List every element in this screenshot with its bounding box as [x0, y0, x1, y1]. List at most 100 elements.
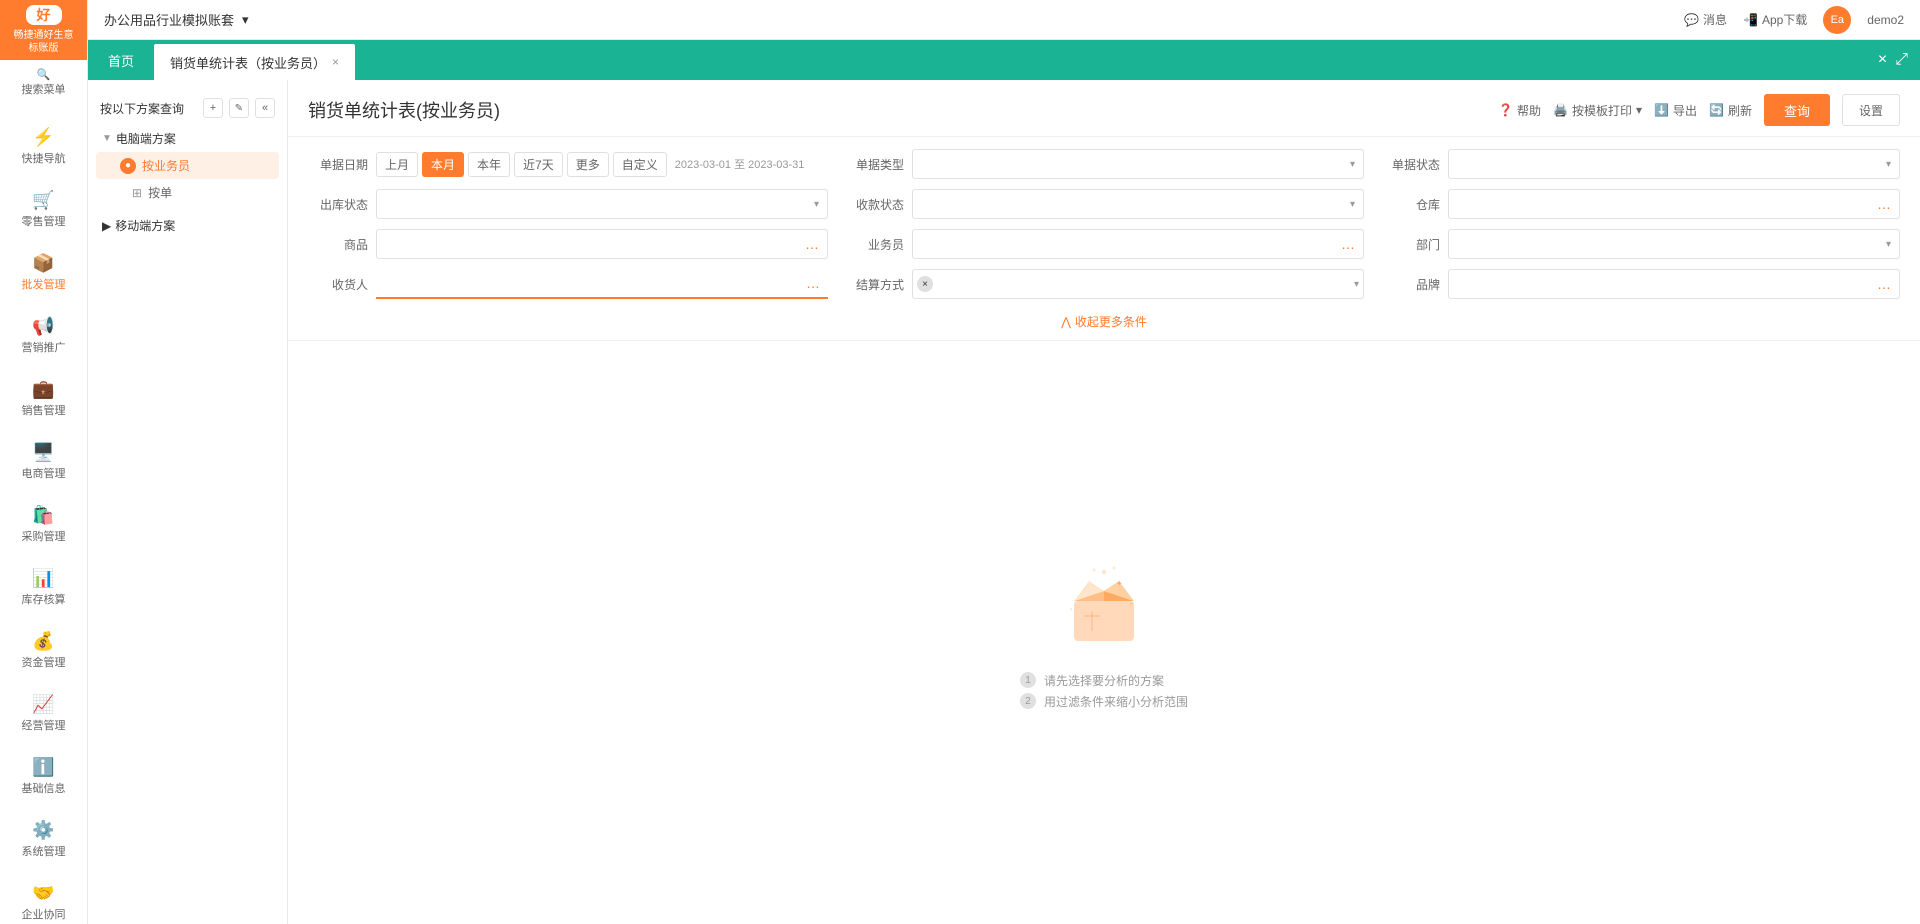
help-icon: ❓: [1498, 103, 1513, 117]
desktop-section-label: 电脑端方案: [116, 130, 176, 147]
date-prev-month-btn[interactable]: 上月: [376, 152, 418, 177]
sidebar-item-basicinfo[interactable]: ℹ️ 基础信息: [0, 745, 87, 808]
purchase-icon: 🛍️: [32, 505, 54, 526]
sidebar-item-search[interactable]: 🔍 搜索菜单: [0, 60, 87, 107]
top-bar: 办公用品行业模拟账套 ▾ 💬 消息 📲 App下载 Ea demo2: [88, 0, 1920, 40]
settings-button[interactable]: 设置: [1842, 94, 1900, 126]
filter-receiver-col: 收货人 …: [308, 269, 828, 299]
sidebar-item-label: 采购管理: [22, 528, 66, 544]
sidebar-item-label: 库存核算: [22, 591, 66, 607]
goods-input[interactable]: …: [376, 229, 828, 259]
warehouse-label: 仓库: [1380, 196, 1440, 213]
refresh-label: 刷新: [1728, 102, 1752, 119]
inventory-icon: 📊: [32, 568, 54, 589]
sidebar-item-label: 基础信息: [22, 780, 66, 796]
quicknav-icon: ⚡: [32, 127, 54, 148]
receiver-input[interactable]: …: [376, 269, 828, 299]
sidebar-item-marketing[interactable]: 📢 营销推广: [0, 304, 87, 367]
appdownload-icon: 📲: [1743, 13, 1758, 27]
right-content: 销货单统计表(按业务员) ❓ 帮助 🖨️ 按模板打印 ▾ ⬇️: [288, 80, 1920, 924]
edit-scheme-btn[interactable]: ✎: [229, 98, 249, 118]
scheme-item-order[interactable]: ⊞ 按单: [96, 180, 279, 205]
sidebar: 好 畅捷通好生意 标账版 🔍 搜索菜单 ⚡ 快捷导航 🛒 零售管理 📦 批发管理…: [0, 0, 88, 924]
salesman-input[interactable]: …: [912, 229, 1364, 259]
brand-label: 品牌: [1380, 276, 1440, 293]
date-cur-year-btn[interactable]: 本年: [468, 152, 510, 177]
sidebar-item-label: 电商管理: [22, 465, 66, 481]
business-icon: 📈: [32, 694, 54, 715]
settle-ctrl: × ▾: [912, 269, 1364, 299]
brand-input[interactable]: …: [1448, 269, 1900, 299]
sidebar-item-label: 搜索菜单: [22, 81, 66, 97]
sidebar-item-inventory[interactable]: 📊 库存核算: [0, 556, 87, 619]
sidebar-item-ecommerce[interactable]: 🖥️ 电商管理: [0, 430, 87, 493]
print-icon: 🖨️: [1553, 103, 1568, 117]
filter-docstate-col: 单据状态 ▾: [1380, 149, 1900, 179]
window-close-btn[interactable]: ×: [1878, 51, 1887, 69]
outstate-select[interactable]: ▾: [376, 189, 828, 219]
filter-row-4: 收货人 … 结算方式: [308, 269, 1900, 299]
date-more-btn[interactable]: 更多: [567, 152, 609, 177]
brand-dots: …: [1877, 276, 1891, 292]
user-avatar[interactable]: Ea: [1823, 6, 1851, 34]
warehouse-input[interactable]: …: [1448, 189, 1900, 219]
template-print-btn[interactable]: 🖨️ 按模板打印 ▾: [1553, 102, 1642, 119]
tab-active[interactable]: 销货单统计表（按业务员） ×: [154, 44, 355, 80]
date-label: 单据日期: [308, 156, 368, 173]
tab-home[interactable]: 首页: [88, 40, 154, 80]
settle-input[interactable]: × ▾: [912, 269, 1364, 299]
refresh-btn[interactable]: 🔄 刷新: [1709, 102, 1752, 119]
salesman-scheme-icon: ●: [120, 158, 136, 174]
date-7days-btn[interactable]: 近7天: [514, 152, 563, 177]
sidebar-item-business[interactable]: 📈 经营管理: [0, 682, 87, 745]
salesman-dots: …: [1341, 236, 1355, 252]
collapse-panel-btn[interactable]: «: [255, 98, 275, 118]
panel-header-label: 按以下方案查询: [100, 100, 184, 117]
sidebar-item-sales[interactable]: 💼 销售管理: [0, 367, 87, 430]
sidebar-item-quicknav[interactable]: ⚡ 快捷导航: [0, 115, 87, 178]
window-max-btn[interactable]: ⤢: [1895, 51, 1908, 69]
date-custom-btn[interactable]: 自定义: [613, 152, 667, 177]
doctype-select[interactable]: ▾: [912, 149, 1364, 179]
paystate-ctrl: ▾: [912, 189, 1364, 219]
scheme-item-salesman[interactable]: ● 按业务员: [96, 152, 279, 179]
mobile-scheme-title[interactable]: ▶ 移动端方案: [96, 213, 279, 238]
sidebar-item-retail[interactable]: 🛒 零售管理: [0, 178, 87, 241]
sidebar-item-finance[interactable]: 💰 资金管理: [0, 619, 87, 682]
export-btn[interactable]: ⬇️ 导出: [1654, 102, 1697, 119]
app-download-btn[interactable]: 📲 App下载: [1743, 11, 1807, 28]
sidebar-item-purchase[interactable]: 🛍️ 采购管理: [0, 493, 87, 556]
query-button[interactable]: 查询: [1764, 94, 1830, 126]
collapse-filter-btn[interactable]: ⋀ 收起更多条件: [308, 309, 1900, 334]
filter-row-3: 商品 … 业务员: [308, 229, 1900, 259]
finance-icon: 💰: [32, 631, 54, 652]
system-icon: ⚙️: [32, 820, 54, 841]
sidebar-item-wholesale[interactable]: 📦 批发管理: [0, 241, 87, 304]
sidebar-item-label: 经营管理: [22, 717, 66, 733]
filter-warehouse-col: 仓库 …: [1380, 189, 1900, 219]
dept-ctrl: ▾: [1448, 229, 1900, 259]
desktop-scheme-section: ▼ 电脑端方案 ● 按业务员 ⊞ 按单: [88, 126, 287, 205]
help-btn[interactable]: ❓ 帮助: [1498, 102, 1541, 119]
sidebar-item-system[interactable]: ⚙️ 系统管理: [0, 808, 87, 871]
print-label: 按模板打印: [1572, 102, 1632, 119]
empty-tip-2: 2 用过滤条件来缩小分析范围: [1020, 693, 1188, 710]
empty-state: ✦ ✦ ✦ 1 请先选择要分析的方案: [288, 341, 1920, 924]
page-header-actions: ❓ 帮助 🖨️ 按模板打印 ▾ ⬇️ 导出 �: [1498, 94, 1900, 126]
filter-row-2: 出库状态 ▾ 收款状态: [308, 189, 1900, 219]
add-scheme-btn[interactable]: +: [203, 98, 223, 118]
date-cur-month-btn[interactable]: 本月: [422, 152, 464, 177]
date-range-text: 2023-03-01 至 2023-03-31: [675, 156, 805, 172]
settle-clear[interactable]: ×: [917, 276, 933, 292]
dept-select[interactable]: ▾: [1448, 229, 1900, 259]
export-label: 导出: [1673, 102, 1697, 119]
cooperation-icon: 🤝: [32, 883, 54, 904]
main-area: 办公用品行业模拟账套 ▾ 💬 消息 📲 App下载 Ea demo2: [88, 0, 1920, 924]
sidebar-item-cooperation[interactable]: 🤝 企业协同: [0, 871, 87, 924]
docstate-select[interactable]: ▾: [1448, 149, 1900, 179]
tab-close-btn[interactable]: ×: [332, 55, 339, 69]
desktop-scheme-title[interactable]: ▼ 电脑端方案: [96, 126, 279, 151]
message-btn[interactable]: 💬 消息: [1684, 11, 1727, 28]
paystate-select[interactable]: ▾: [912, 189, 1364, 219]
message-icon: 💬: [1684, 13, 1699, 27]
